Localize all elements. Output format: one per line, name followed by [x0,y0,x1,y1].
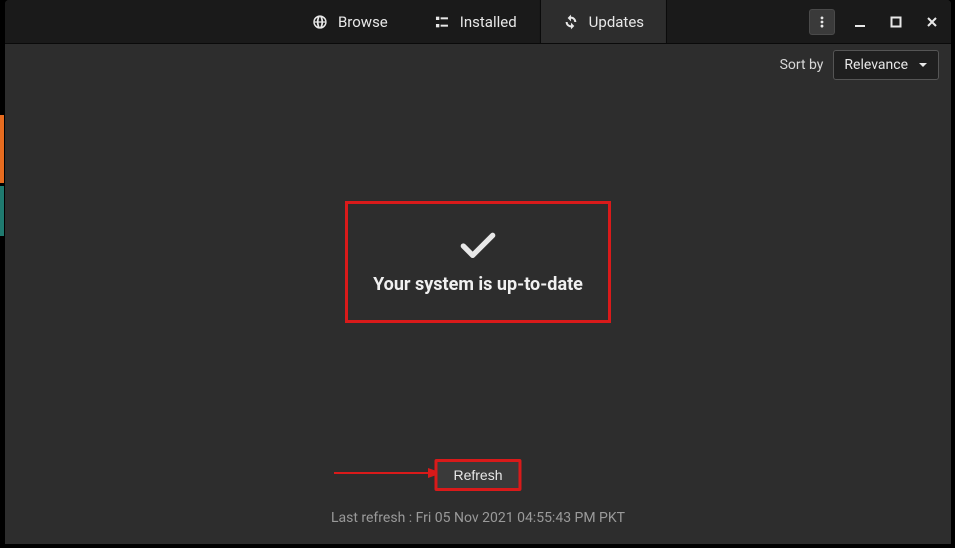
header-bar: Browse Installed Updates [5,0,951,44]
hamburger-menu-button[interactable] [809,9,835,35]
maximize-button[interactable] [885,11,907,33]
refresh-button[interactable]: Refresh [434,459,521,491]
background-dock-hint [0,115,4,183]
background-dock-hint [0,186,4,236]
tab-label: Installed [460,13,517,31]
tab-label: Updates [589,13,644,31]
chevron-down-icon [918,60,928,70]
software-manager-window: Browse Installed Updates [5,0,951,544]
list-icon [434,14,450,30]
updates-pane: Your system is up-to-date Refresh Last r… [5,86,951,544]
sort-label: Sort by [780,57,824,73]
minimize-button[interactable] [849,11,871,33]
arrow-annotation [332,465,442,481]
globe-icon [312,14,328,30]
check-icon [458,230,498,260]
tab-browse[interactable]: Browse [289,0,411,43]
tab-installed[interactable]: Installed [411,0,540,43]
status-box-annotation: Your system is up-to-date [345,201,611,323]
sort-selected: Relevance [844,57,908,73]
view-tabs: Browse Installed Updates [289,0,667,43]
refresh-icon [563,14,579,30]
sort-dropdown[interactable]: Relevance [833,50,939,80]
status-text: Your system is up-to-date [373,274,583,295]
sort-bar: Sort by Relevance [5,44,951,86]
close-button[interactable] [921,11,943,33]
last-refresh-text: Last refresh : Fri 05 Nov 2021 04:55:43 … [331,510,625,526]
tab-updates[interactable]: Updates [540,0,667,43]
tab-label: Browse [338,13,388,31]
window-controls [809,0,943,43]
